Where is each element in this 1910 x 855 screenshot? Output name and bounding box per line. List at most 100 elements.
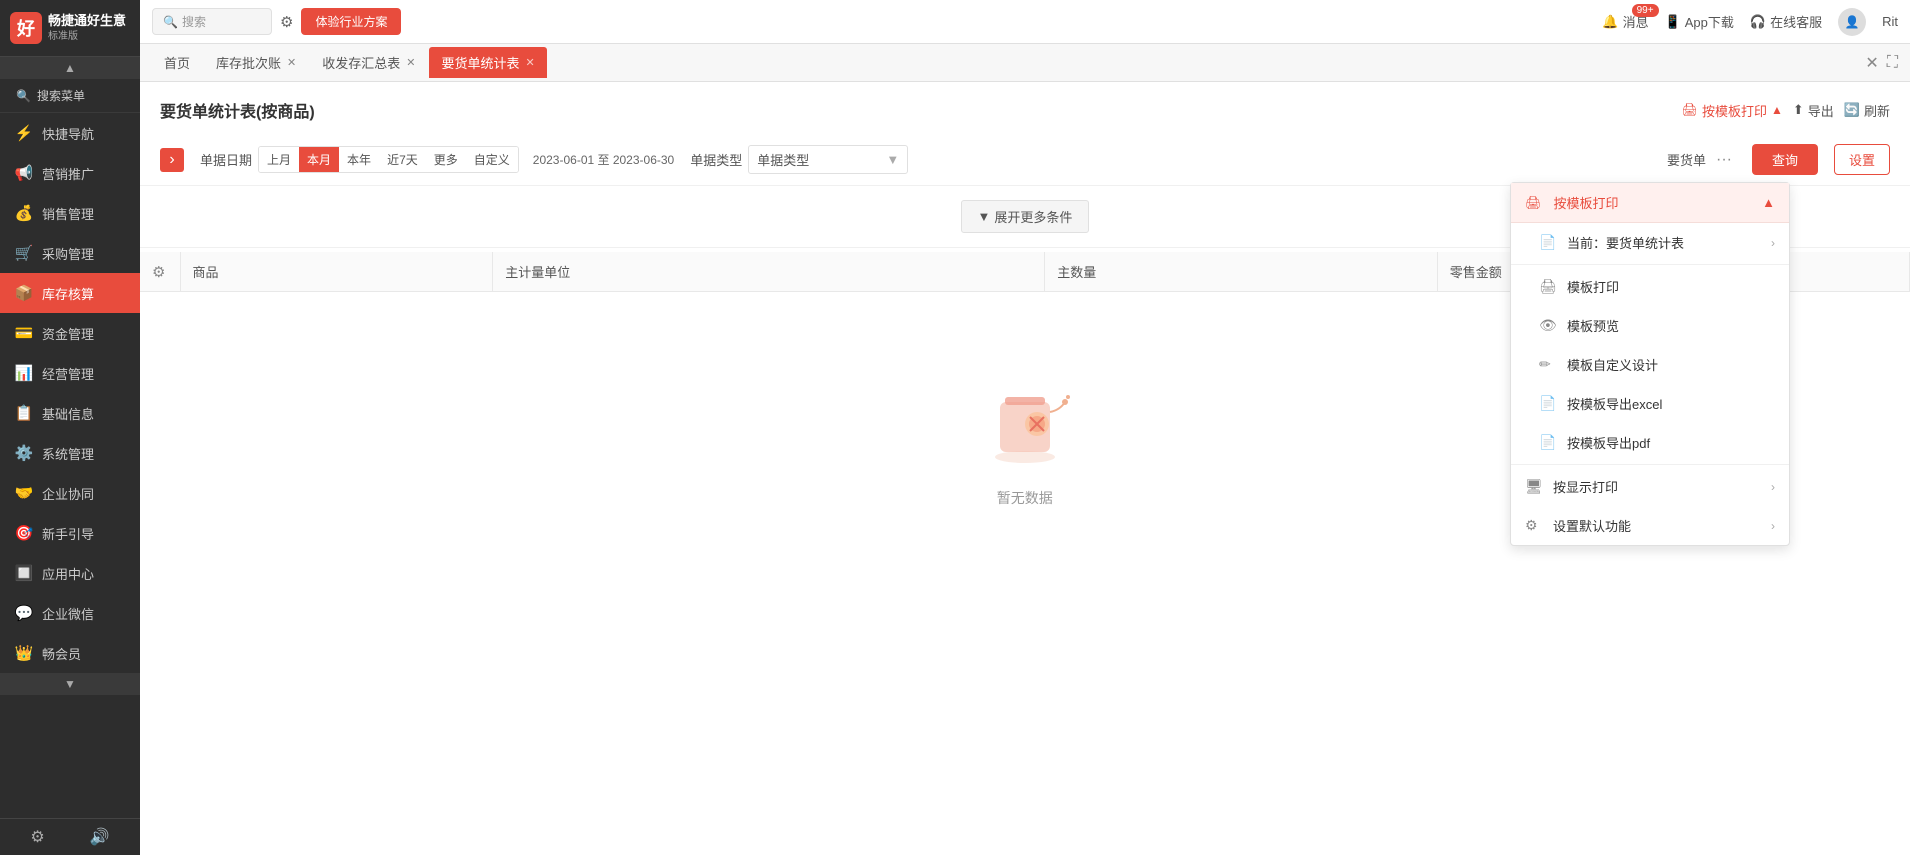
chevron-left-icon: › [169,151,174,169]
sidebar-search[interactable]: 🔍 搜索菜单 [0,79,140,113]
basic-icon: 📋 [14,403,34,423]
order-type-select[interactable]: 单据类型 ▼ [748,145,908,174]
sidebar-logo: 好 畅捷通好生意 标准版 [0,0,140,57]
template-print-chevron-up[interactable]: ▲ [1771,103,1783,117]
printer-icon: 🖨 [1681,102,1698,118]
sidebar-item-label: 营销推广 [42,164,94,183]
empty-text: 暂无数据 [997,488,1053,508]
query-btn[interactable]: 查询 [1752,144,1818,175]
sidebar-item-label: 畅会员 [42,644,81,663]
refresh-btn[interactable]: 🔄 刷新 [1844,101,1890,120]
sidebar-item-label: 应用中心 [42,564,94,583]
sidebar-scroll-up[interactable]: ▲ [0,57,140,79]
expand-conditions-btn[interactable]: ▼ 展开更多条件 [961,200,1090,233]
marketing-icon: 📢 [14,163,34,183]
filter-collapse-btn[interactable]: › [160,148,184,172]
sidebar-item-basic[interactable]: 📋 基础信息 [0,393,140,433]
topbar-settings-icon[interactable]: ⚙ [280,13,293,31]
sidebar-item-newbie[interactable]: 🎯 新手引导 [0,513,140,553]
tab-close-icon[interactable]: ✕ [526,56,535,69]
date-filter-group: 上月 本月 本年 近7天 更多 自定义 [258,146,519,173]
date-btn-custom[interactable]: 自定义 [466,147,518,172]
date-range-display: 2023-06-01 至 2023-06-30 [533,151,674,168]
sidebar-item-finance[interactable]: 💳 资金管理 [0,313,140,353]
order-goods-label: 要货单 [1667,150,1706,169]
tab-close-icon[interactable]: ✕ [287,56,296,69]
date-btn-this-month[interactable]: 本月 [299,147,339,172]
sidebar-item-label: 资金管理 [42,324,94,343]
tab-order-stats[interactable]: 要货单统计表 ✕ [429,47,546,78]
tabbar: 首页 库存批次账 ✕ 收发存汇总表 ✕ 要货单统计表 ✕ ✕ ⛶ [140,44,1910,82]
sidebar-item-wechat[interactable]: 💬 企业微信 [0,593,140,633]
dropdown-item-template-print[interactable]: 🖨 模板打印 [1511,267,1789,306]
wechat-icon: 💬 [14,603,34,623]
sidebar-item-label: 企业微信 [42,604,94,623]
sidebar-item-system[interactable]: ⚙️ 系统管理 [0,433,140,473]
dropdown-item-export-excel[interactable]: 📄 按模板导出excel [1511,384,1789,423]
trial-btn[interactable]: 体验行业方案 [301,8,401,35]
sidebar-item-sales[interactable]: 💰 销售管理 [0,193,140,233]
page-content: 要货单统计表(按商品) 🖨 按模板打印 ▲ ⬆ 导出 🔄 刷新 [140,82,1910,855]
dropdown-display-print[interactable]: 🖥 按显示打印 › [1511,467,1789,506]
tab-receipt-summary[interactable]: 收发存汇总表 ✕ [310,47,427,78]
sidebar-item-purchase[interactable]: 🛒 采购管理 [0,233,140,273]
tab-order-stats-label: 要货单统计表 [441,53,519,72]
tab-expand-icon[interactable]: ⛶ [1887,54,1898,72]
dropdown-item-label: 模板自定义设计 [1567,355,1658,374]
dropdown-default-function[interactable]: ⚙ 设置默认功能 › [1511,506,1789,545]
more-options-icon[interactable]: ··· [1712,151,1736,169]
tab-home[interactable]: 首页 [152,47,202,78]
export-excel-icon: 📄 [1539,395,1557,412]
date-filter-label: 单据日期 [200,150,252,169]
purchase-icon: 🛒 [14,243,34,263]
date-btn-more[interactable]: 更多 [426,147,466,172]
sidebar-item-label: 基础信息 [42,404,94,423]
sidebar-item-apps[interactable]: 🔲 应用中心 [0,553,140,593]
sidebar-item-inventory[interactable]: 📦 库存核算 [0,273,140,313]
quick-nav-icon: ⚡ [14,123,34,143]
filter-type-section: 单据类型 单据类型 ▼ [690,145,908,174]
dropdown-item-export-pdf[interactable]: 📄 按模板导出pdf [1511,423,1789,462]
export-btn[interactable]: ⬆ 导出 [1793,101,1834,120]
topbar-right: 🔔 消息 99+ 📱 App下载 🎧 在线客服 👤 Rit [1602,8,1898,36]
online-service-btn[interactable]: 🎧 在线客服 [1750,12,1822,31]
table-settings-icon[interactable]: ⚙ [152,264,165,281]
current-template-chevron: › [1771,236,1775,250]
sidebar-item-operations[interactable]: 📊 经营管理 [0,353,140,393]
user-avatar[interactable]: 👤 [1838,8,1866,36]
sidebar-item-label: 快捷导航 [42,124,94,143]
sidebar-item-member[interactable]: 👑 畅会员 [0,633,140,673]
tab-inventory-batch[interactable]: 库存批次账 ✕ [204,47,308,78]
dropdown-chevron-up[interactable]: ▲ [1762,195,1775,210]
operations-icon: 📊 [14,363,34,383]
default-function-icon: ⚙ [1525,517,1543,534]
dropdown-divider-2 [1511,464,1789,465]
table-settings-header[interactable]: ⚙ [140,252,180,292]
order-type-label: 单据类型 [690,150,742,169]
date-btn-last-month[interactable]: 上月 [259,147,299,172]
sidebar-settings-icon[interactable]: ⚙ [30,827,44,847]
notification-btn[interactable]: 🔔 消息 99+ [1602,12,1648,31]
settings-btn[interactable]: 设置 [1834,144,1890,175]
sidebar-sound-icon[interactable]: 🔊 [90,827,110,847]
dropdown-item-label: 模板预览 [1567,316,1619,335]
date-btn-7days[interactable]: 近7天 [379,147,426,172]
sidebar-scroll-down[interactable]: ▼ [0,673,140,695]
tab-close-all-icon[interactable]: ✕ [1865,53,1878,73]
dropdown-item-template-preview[interactable]: 👁 模板预览 [1511,306,1789,345]
date-btn-this-year[interactable]: 本年 [339,147,379,172]
current-template-icon: 📄 [1539,234,1557,251]
dropdown-current-template[interactable]: 📄 当前：要货单统计表 › [1511,223,1789,262]
sidebar-item-quick-nav[interactable]: ⚡ 快捷导航 [0,113,140,153]
notification-badge: 99+ [1632,4,1659,17]
topbar-search[interactable]: 🔍 搜索 [152,8,272,35]
sidebar-item-collab[interactable]: 🤝 企业协同 [0,473,140,513]
tab-close-icon[interactable]: ✕ [406,56,415,69]
sidebar-item-marketing[interactable]: 📢 营销推广 [0,153,140,193]
template-print-btn[interactable]: 🖨 按模板打印 ▲ [1681,101,1782,120]
dropdown-item-template-design[interactable]: ✏ 模板自定义设计 [1511,345,1789,384]
app-download-btn[interactable]: 📱 App下载 [1665,12,1734,31]
empty-illustration [975,372,1075,472]
page-title: 要货单统计表(按商品) [160,98,315,122]
select-chevron-icon: ▼ [886,152,899,167]
